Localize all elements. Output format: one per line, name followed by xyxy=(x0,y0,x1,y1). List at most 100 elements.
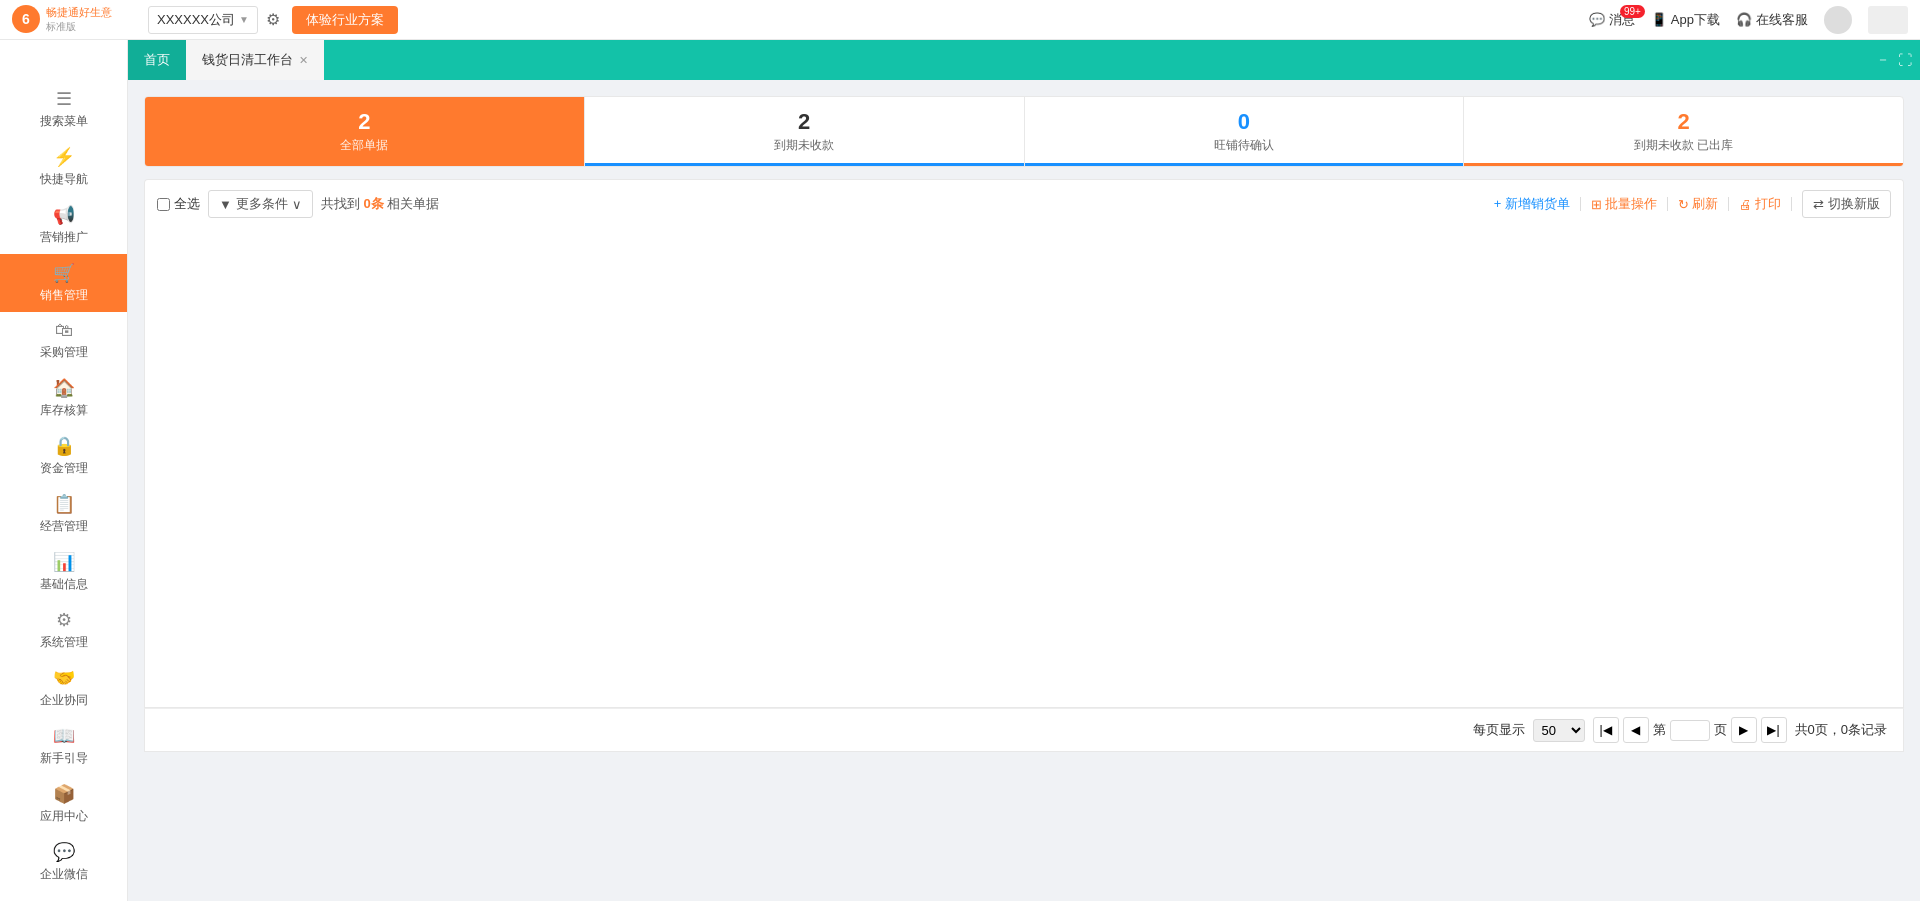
logo-sub-text: 标准版 xyxy=(46,20,112,34)
weixin-icon: 💬 xyxy=(53,841,75,863)
app-download-button[interactable]: 📱 App下载 xyxy=(1651,11,1720,29)
app-label: App下载 xyxy=(1671,11,1720,29)
refresh-icon: ↻ xyxy=(1678,197,1689,212)
stat-wangpu[interactable]: 0 旺铺待确认 xyxy=(1025,97,1465,166)
quicknav-icon: ⚡ xyxy=(53,146,75,168)
message-badge: 99+ xyxy=(1620,5,1645,18)
print-button[interactable]: 🖨 打印 xyxy=(1739,195,1781,213)
sidebar-item-purchase[interactable]: 🛍 采购管理 xyxy=(0,312,127,369)
next-page-button[interactable]: ▶ xyxy=(1731,717,1757,743)
page-label: 第 xyxy=(1653,721,1666,739)
stat-wangpu-label: 旺铺待确认 xyxy=(1041,137,1448,154)
stat-overdue[interactable]: 2 到期未收款 xyxy=(585,97,1025,166)
system-icon: ⚙ xyxy=(56,609,72,631)
top-header: 6 畅捷通好生意 标准版 XXXXXX公司 ▼ ⚙ 体验行业方案 💬 消息 99… xyxy=(0,0,1920,40)
minimize-icon[interactable]: － xyxy=(1876,51,1890,69)
sidebar-item-member[interactable]: V 畅会员 xyxy=(0,891,127,901)
logo-area: 6 畅捷通好生意 标准版 xyxy=(12,5,140,33)
user-name xyxy=(1868,6,1908,34)
print-icon: 🖨 xyxy=(1739,197,1752,212)
toolbar: 全选 ▼ 更多条件 ∨ 共找到 0条 相关单据 + 新增销货单 ⊞ 批量操作 ↻… xyxy=(144,179,1904,228)
sidebar-item-finance[interactable]: 🔒 资金管理 xyxy=(0,427,127,485)
select-all-label: 全选 xyxy=(174,195,200,213)
add-sales-button[interactable]: + 新增销货单 xyxy=(1494,195,1570,213)
stat-overdue-num: 2 xyxy=(601,109,1008,135)
close-tab-icon[interactable]: ✕ xyxy=(299,54,308,67)
switch-version-button[interactable]: ⇄ 切换新版 xyxy=(1802,190,1891,218)
service-icon: 🎧 xyxy=(1736,12,1752,27)
inventory-icon: 🏠 xyxy=(53,377,75,399)
toolbar-right: + 新增销货单 ⊞ 批量操作 ↻ 刷新 🖨 打印 ⇄ 切换新版 xyxy=(1494,190,1891,218)
stat-overdue-shipped[interactable]: 2 到期未收款 已出库 xyxy=(1464,97,1903,166)
company-selector[interactable]: XXXXXX公司 ▼ xyxy=(148,6,258,34)
divider2 xyxy=(1667,197,1668,211)
sidebar-item-sales[interactable]: 🛒 销售管理 xyxy=(0,254,127,312)
marketing-icon: 📢 xyxy=(53,204,75,226)
select-all-area[interactable]: 全选 xyxy=(157,195,200,213)
sidebar-item-base[interactable]: 📊 基础信息 xyxy=(0,543,127,601)
trial-button[interactable]: 体验行业方案 xyxy=(292,6,398,34)
stat-all[interactable]: 2 全部单据 xyxy=(145,97,585,166)
settings-icon[interactable]: ⚙ xyxy=(266,10,280,29)
sidebar-item-search[interactable]: ☰ 搜索菜单 xyxy=(0,80,127,138)
filter-icon: ▼ xyxy=(219,197,232,212)
tab-home[interactable]: 首页 xyxy=(128,40,186,80)
sidebar-item-quicknav[interactable]: ⚡ 快捷导航 xyxy=(0,138,127,196)
page-navigation: |◀ ◀ 第 1 页 ▶ ▶| xyxy=(1593,717,1787,743)
batch-icon: ⊞ xyxy=(1591,197,1602,212)
per-page-select[interactable]: 50 100 200 xyxy=(1533,719,1585,742)
sidebar-item-system[interactable]: ⚙ 系统管理 xyxy=(0,601,127,659)
page-input[interactable]: 1 xyxy=(1670,720,1710,741)
sidebar-item-inventory[interactable]: 🏠 库存核算 xyxy=(0,369,127,427)
nav-tabs-bar: 首页 钱货日清工作台 ✕ － ⛶ xyxy=(128,40,1920,80)
stat-overdue-shipped-label: 到期未收款 已出库 xyxy=(1480,137,1887,154)
tab-qianhuoriqing[interactable]: 钱货日清工作台 ✕ xyxy=(186,40,324,80)
chevron-down-small-icon: ∨ xyxy=(292,197,302,212)
sidebar-item-appcenter[interactable]: 📦 应用中心 xyxy=(0,775,127,833)
total-info: 共0页，0条记录 xyxy=(1795,721,1887,739)
finance-icon: 🔒 xyxy=(53,435,75,457)
sidebar-item-cooperation[interactable]: 🤝 企业协同 xyxy=(0,659,127,717)
switch-icon: ⇄ xyxy=(1813,197,1824,212)
sidebar-item-marketing[interactable]: 📢 营销推广 xyxy=(0,196,127,254)
select-all-checkbox[interactable] xyxy=(157,198,170,211)
search-menu-icon: ☰ xyxy=(56,88,72,110)
divider3 xyxy=(1728,197,1729,211)
main-content: 2 全部单据 2 到期未收款 0 旺铺待确认 2 到期未收款 已出库 全选 ▼ … xyxy=(128,80,1920,901)
service-label: 在线客服 xyxy=(1756,11,1808,29)
stat-all-label: 全部单据 xyxy=(161,137,568,154)
base-icon: 📊 xyxy=(53,551,75,573)
page-label2: 页 xyxy=(1714,721,1727,739)
filter-button[interactable]: ▼ 更多条件 ∨ xyxy=(208,190,313,218)
maximize-icon[interactable]: ⛶ xyxy=(1898,52,1912,68)
divider xyxy=(1580,197,1581,211)
online-service-button[interactable]: 🎧 在线客服 xyxy=(1736,11,1808,29)
prev-page-button[interactable]: ◀ xyxy=(1623,717,1649,743)
first-page-button[interactable]: |◀ xyxy=(1593,717,1619,743)
operations-icon: 📋 xyxy=(53,493,75,515)
logo-icon: 6 xyxy=(12,5,40,33)
header-right: 💬 消息 99+ 📱 App下载 🎧 在线客服 xyxy=(1589,6,1908,34)
appcenter-icon: 📦 xyxy=(53,783,75,805)
refresh-button[interactable]: ↻ 刷新 xyxy=(1678,195,1718,213)
pagination-bar: 每页显示 50 100 200 |◀ ◀ 第 1 页 ▶ ▶| 共0页，0条记录 xyxy=(144,708,1904,752)
purchase-icon: 🛍 xyxy=(55,320,73,341)
guide-icon: 📖 xyxy=(53,725,75,747)
batch-button[interactable]: ⊞ 批量操作 xyxy=(1591,195,1657,213)
found-count: 0条 xyxy=(364,196,384,211)
stat-overdue-shipped-num: 2 xyxy=(1480,109,1887,135)
sidebar-item-guide[interactable]: 📖 新手引导 xyxy=(0,717,127,775)
table-area xyxy=(144,228,1904,708)
message-button[interactable]: 💬 消息 99+ xyxy=(1589,11,1635,29)
sidebar-item-weixin[interactable]: 💬 企业微信 xyxy=(0,833,127,891)
divider4 xyxy=(1791,197,1792,211)
app-icon: 📱 xyxy=(1651,12,1667,27)
message-icon: 💬 xyxy=(1589,12,1605,27)
company-name: XXXXXX公司 xyxy=(157,11,235,29)
cooperation-icon: 🤝 xyxy=(53,667,75,689)
last-page-button[interactable]: ▶| xyxy=(1761,717,1787,743)
sidebar-item-operations[interactable]: 📋 经营管理 xyxy=(0,485,127,543)
avatar[interactable] xyxy=(1824,6,1852,34)
sales-icon: 🛒 xyxy=(53,262,75,284)
sidebar: ☰ 搜索菜单 ⚡ 快捷导航 📢 营销推广 🛒 销售管理 🛍 采购管理 🏠 库存核… xyxy=(0,0,128,901)
